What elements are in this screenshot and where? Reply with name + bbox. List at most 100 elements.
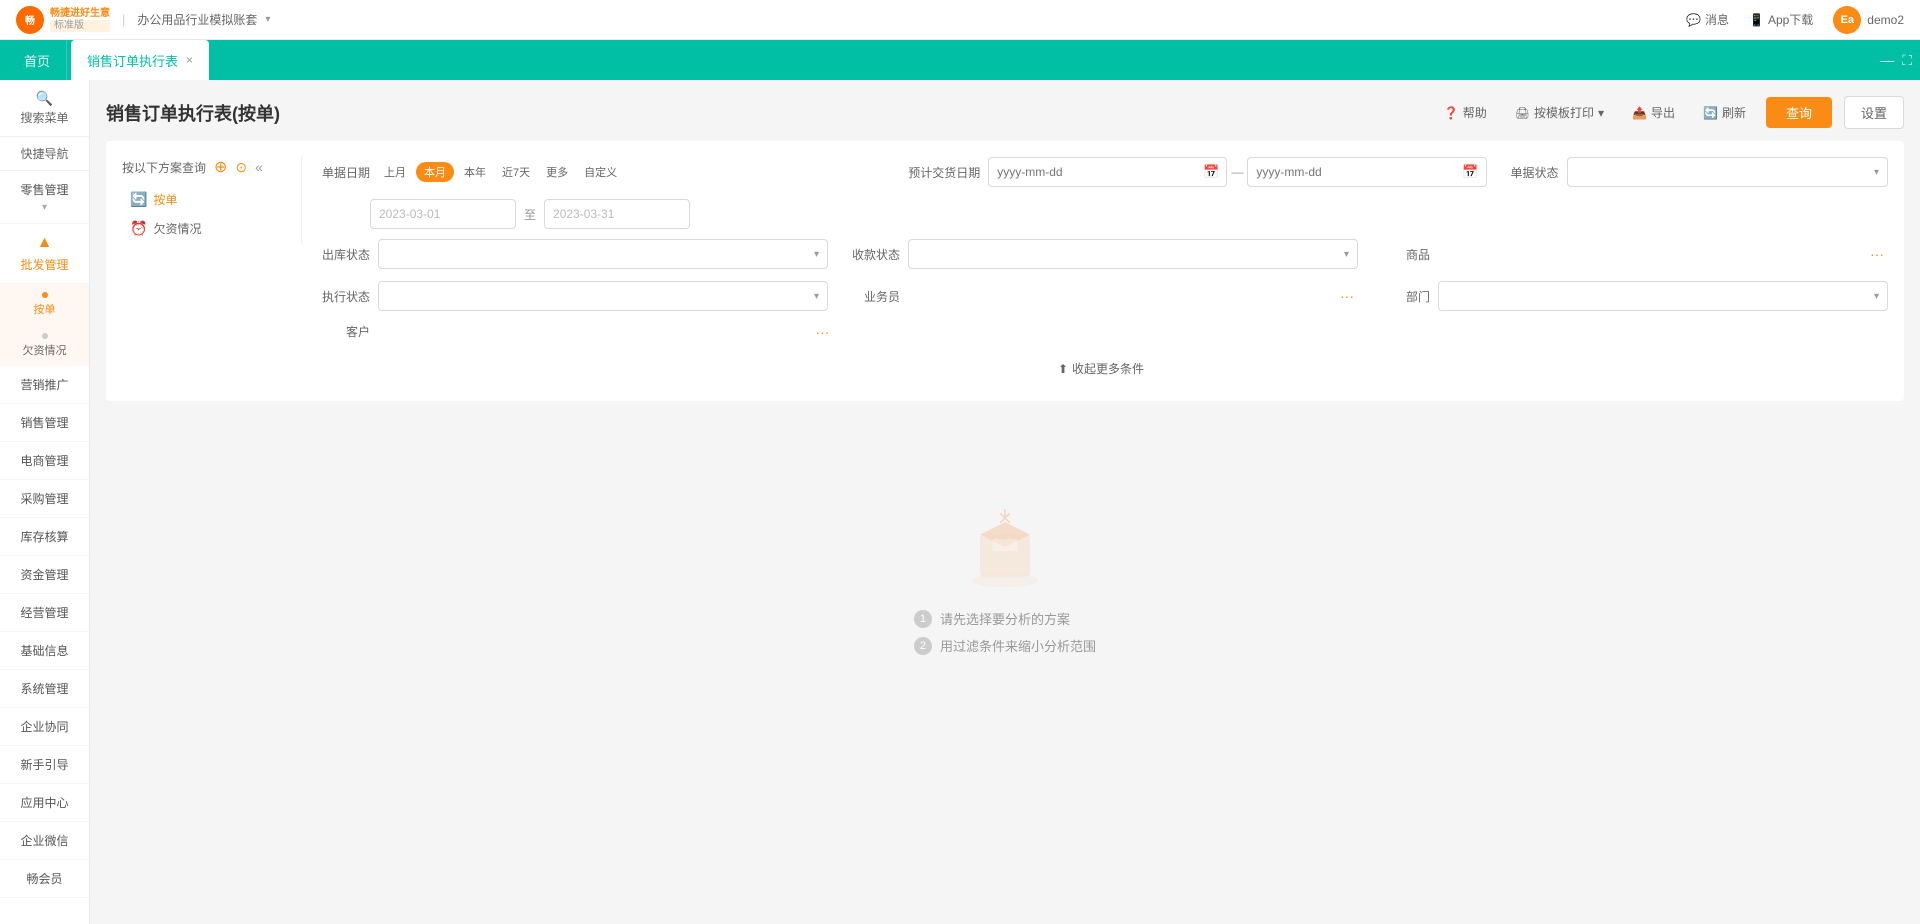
username-label: demo2 (1867, 13, 1904, 27)
empty-illustration (955, 493, 1055, 593)
dot-icon (42, 292, 48, 298)
sidebar-sub-item-debt[interactable]: 欠资情况 (0, 325, 89, 366)
tip-num-2: 2 (914, 637, 932, 655)
export-icon: 📤 (1632, 106, 1647, 120)
salesman-select-btn[interactable]: ··· (908, 288, 1358, 304)
top-bar-left: 畅 畅捷进好生意 标准版 | 办公用品行业模拟账套 ▾ (16, 6, 270, 34)
sidebar-sub-item-anlist[interactable]: 按单 (0, 284, 89, 325)
filter-fields: 单据日期 上月 本月 本年 近7天 更多 自定义 (314, 157, 1888, 385)
app-dropdown-arrow[interactable]: ▾ (265, 14, 270, 25)
sidebar-item-appstore[interactable]: 应用中心 (0, 784, 89, 822)
tab-active[interactable]: 销售订单执行表 × (71, 40, 209, 80)
refresh-btn[interactable]: 🔄 刷新 (1695, 100, 1754, 125)
customer-label: 客户 (314, 323, 370, 340)
print-btn[interactable]: 🖨 按模板打印 ▾ (1507, 100, 1612, 125)
filter-row-3: 执行状态 ▾ 业务员 ··· (314, 281, 1888, 311)
status-select[interactable]: ▾ (1567, 157, 1889, 187)
filter-exec-field: 执行状态 ▾ (314, 281, 828, 311)
sidebar-item-member[interactable]: 畅会员 (0, 860, 89, 898)
tab-maximize-icon[interactable]: ⛶ (1902, 52, 1912, 69)
sidebar-item-basic[interactable]: 基础信息 (0, 632, 89, 670)
sidebar-item-operation[interactable]: 经营管理 (0, 594, 89, 632)
expected-date-to-input[interactable] (1247, 157, 1486, 187)
receive-select[interactable]: ▾ (908, 239, 1358, 269)
product-select-btn[interactable]: ··· (1438, 246, 1888, 262)
filter-product-field: 商品 ··· (1374, 246, 1888, 263)
scheme-setting-btn[interactable]: ⊙ (235, 159, 247, 176)
scheme-collapse-btn[interactable]: « (255, 159, 263, 175)
tab-home[interactable]: 首页 (8, 40, 67, 80)
date-btn-more[interactable]: 更多 (540, 162, 574, 182)
msg-icon: 💬 (1686, 13, 1701, 27)
tab-minimize-icon[interactable]: — (1880, 52, 1894, 68)
msg-btn[interactable]: 💬 消息 (1686, 11, 1729, 28)
date-btn-7days[interactable]: 近7天 (496, 162, 536, 182)
date-btn-custom[interactable]: 自定义 (578, 162, 623, 182)
sidebar-quicknav[interactable]: 快捷导航 (0, 137, 89, 171)
date-to-input[interactable] (544, 199, 690, 229)
date-range-display: 至 (370, 199, 1888, 229)
user-area[interactable]: Ea demo2 (1833, 6, 1904, 34)
filter-scheme-list: 按以下方案查询 ⊕ ⊙ « 🔄 按单 ⏰ 欠资情况 (122, 157, 302, 243)
scheme-item-anlist[interactable]: 🔄 按单 (122, 185, 289, 214)
date-btn-this-year[interactable]: 本年 (458, 162, 492, 182)
help-btn[interactable]: ❓ 帮助 (1436, 100, 1495, 125)
logo-badge: 标准版 (50, 20, 110, 32)
sidebar-item-sales[interactable]: 销售管理 (0, 404, 89, 442)
dots-icon: ··· (1340, 288, 1354, 304)
expand-icon: ▲ (37, 234, 53, 252)
date-btn-this-month[interactable]: 本月 (416, 162, 454, 182)
sidebar-item-retail[interactable]: 零售管理 ▾ (0, 171, 89, 224)
chevron-down-icon: ▾ (814, 291, 819, 302)
chevron-down-icon: ▾ (1874, 167, 1879, 178)
filter-row-2: 出库状态 ▾ 收款状态 ▾ (314, 239, 1888, 269)
chevron-down-icon: ▾ (1344, 249, 1349, 260)
collapse-more-btn[interactable]: ⬆ 收起更多条件 (314, 352, 1888, 385)
salesman-label: 业务员 (844, 288, 900, 305)
filter-row: 按以下方案查询 ⊕ ⊙ « 🔄 按单 ⏰ 欠资情况 (122, 157, 1888, 385)
sidebar-search[interactable]: 🔍 搜索菜单 (0, 80, 89, 137)
delivery-select[interactable]: ▾ (378, 239, 828, 269)
date-btn-last-month[interactable]: 上月 (378, 162, 412, 182)
page-title: 销售订单执行表(按单) (106, 100, 280, 126)
scheme-add-btn[interactable]: ⊕ (214, 157, 227, 177)
dots-icon: ··· (1870, 246, 1884, 262)
sidebar-item-system[interactable]: 系统管理 (0, 670, 89, 708)
dept-select[interactable]: ▾ (1438, 281, 1888, 311)
filter-expected-date-field: 预计交货日期 📅 — 📅 (908, 157, 1486, 187)
exec-select[interactable]: ▾ (378, 281, 828, 311)
sidebar-item-wechat[interactable]: 企业微信 (0, 822, 89, 860)
sidebar-item-finance[interactable]: 资金管理 (0, 556, 89, 594)
sidebar-item-wholesale[interactable]: ▲ 批发管理 (0, 224, 89, 284)
setting-btn[interactable]: 设置 (1844, 96, 1904, 129)
sidebar-item-purchase[interactable]: 采购管理 (0, 480, 89, 518)
expected-date-range: 📅 — 📅 (988, 157, 1486, 187)
sidebar-item-newuser[interactable]: 新手引导 (0, 746, 89, 784)
content-area: 销售订单执行表(按单) ❓ 帮助 🖨 按模板打印 ▾ 📤 导出 🔄 刷新 (90, 80, 1920, 924)
date-to-wrapper (544, 199, 690, 229)
date-quick-btns: 上月 本月 本年 近7天 更多 自定义 (378, 162, 623, 182)
scheme-item-debt[interactable]: ⏰ 欠资情况 (122, 214, 289, 243)
filter-receive-field: 收款状态 ▾ (844, 239, 1358, 269)
product-label: 商品 (1374, 246, 1430, 263)
date-from-input[interactable] (370, 199, 516, 229)
dot-icon (42, 333, 48, 339)
customer-select-btn[interactable]: ··· (378, 324, 833, 340)
avatar: Ea (1833, 6, 1861, 34)
print-dropdown-icon: ▾ (1598, 106, 1604, 120)
filter-dept-field: 部门 ▾ (1374, 281, 1888, 311)
sidebar-item-enterprise[interactable]: 企业协同 (0, 708, 89, 746)
page-title-bar: 销售订单执行表(按单) ❓ 帮助 🖨 按模板打印 ▾ 📤 导出 🔄 刷新 (106, 96, 1904, 129)
expected-date-label: 预计交货日期 (908, 164, 980, 181)
sidebar-item-marketing[interactable]: 营销推广 (0, 366, 89, 404)
expected-date-from-input[interactable] (988, 157, 1227, 187)
sidebar-item-inventory[interactable]: 库存核算 (0, 518, 89, 556)
query-btn[interactable]: 查询 (1766, 97, 1832, 128)
app-download-btn[interactable]: 📱 App下载 (1749, 11, 1813, 28)
tab-close-btn[interactable]: × (186, 53, 193, 67)
expected-date-from-wrapper: 📅 (988, 157, 1227, 187)
export-btn[interactable]: 📤 导出 (1624, 100, 1683, 125)
tip-num-1: 1 (914, 610, 932, 628)
sidebar-item-ecommerce[interactable]: 电商管理 (0, 442, 89, 480)
empty-tip-1: 1 请先选择要分析的方案 (914, 609, 1096, 628)
